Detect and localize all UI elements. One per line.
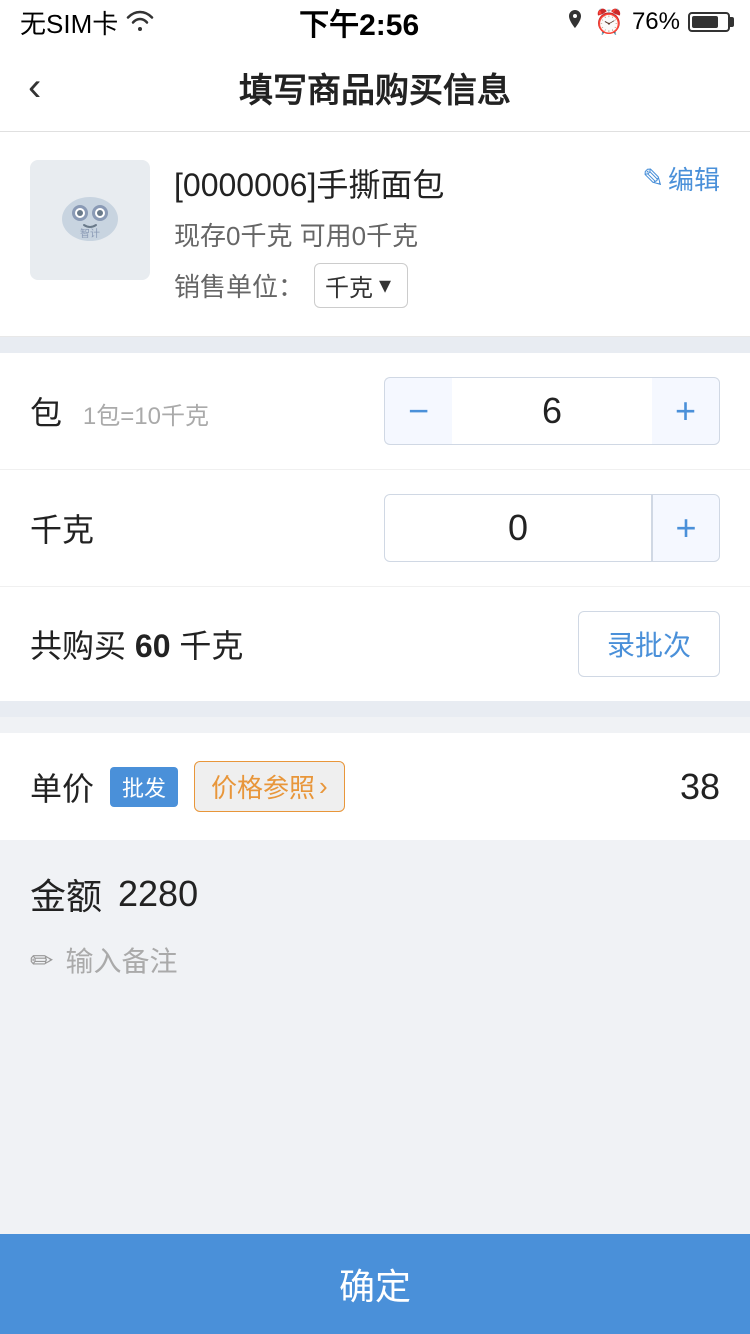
total-text: 共购买 60 千克	[30, 621, 243, 667]
battery-indicator	[688, 12, 730, 32]
confirm-button[interactable]: 确定	[339, 1258, 411, 1310]
kg-qty-input[interactable]	[384, 494, 652, 562]
package-qty-input[interactable]	[452, 377, 652, 445]
svg-text:智计: 智计	[80, 227, 100, 240]
product-info: [0000006]手撕面包 ✎ 编辑 现存0千克 可用0千克 销售单位： 千克 …	[174, 160, 720, 308]
separator-1	[0, 337, 750, 353]
kg-label: 千克	[30, 505, 384, 551]
chevron-right-icon: ›	[319, 771, 328, 802]
alarm-icon: ⏰	[594, 8, 624, 37]
remark-placeholder: 输入备注	[65, 940, 177, 980]
edit-icon: ✎	[642, 163, 664, 194]
product-unit: 销售单位： 千克 ▾	[174, 263, 720, 308]
kg-input-row: 千克 +	[0, 470, 750, 587]
package-label: 包 1包=10千克	[30, 388, 384, 434]
wifi-icon	[126, 7, 154, 38]
confirm-bar[interactable]: 确定	[0, 1234, 750, 1334]
location-icon	[564, 8, 586, 37]
batch-button[interactable]: 录批次	[578, 611, 720, 677]
status-bar: 无SIM卡 下午2:56 ⏰ 76%	[0, 0, 750, 44]
package-decrease-button[interactable]: −	[384, 377, 452, 445]
product-card: 智计 [0000006]手撕面包 ✎ 编辑 现存0千克 可用0千克 销售单位： …	[0, 132, 750, 337]
package-input-row: 包 1包=10千克 − +	[0, 353, 750, 470]
product-header: [0000006]手撕面包 ✎ 编辑	[174, 160, 720, 216]
amount-label: 金额	[30, 868, 102, 920]
kg-qty-control: +	[384, 494, 720, 562]
spacer	[0, 1000, 750, 1234]
price-label: 单价	[30, 764, 94, 810]
amount-value: 2280	[118, 873, 198, 915]
dropdown-icon: ▾	[379, 271, 391, 300]
status-carrier: 无SIM卡	[20, 4, 154, 41]
package-qty-control: − +	[384, 377, 720, 445]
product-logo: 智计	[58, 187, 122, 253]
product-name: [0000006]手撕面包	[174, 160, 444, 206]
product-stock: 现存0千克 可用0千克	[174, 216, 720, 253]
unit-select[interactable]: 千克 ▾	[314, 263, 408, 308]
status-time: 下午2:56	[299, 0, 419, 44]
product-image: 智计	[30, 160, 150, 280]
page-title: 填写商品购买信息	[239, 63, 511, 112]
kg-increase-button[interactable]: +	[652, 494, 720, 562]
status-right: ⏰ 76%	[564, 8, 730, 37]
edit-button[interactable]: ✎ 编辑	[642, 160, 720, 197]
nav-bar: ‹ 填写商品购买信息	[0, 44, 750, 132]
price-ref-button[interactable]: 价格参照 ›	[194, 761, 345, 812]
back-button[interactable]: ‹	[28, 65, 41, 110]
package-increase-button[interactable]: +	[652, 377, 720, 445]
amount-row: 金额 2280	[30, 868, 720, 920]
remark-row[interactable]: ✏ 输入备注	[30, 940, 720, 1000]
input-section: 包 1包=10千克 − + 千克 +	[0, 353, 750, 587]
price-tag: 批发	[110, 767, 178, 807]
price-section: 单价 批发 价格参照 › 38	[0, 733, 750, 840]
package-hint: 1包=10千克	[83, 403, 209, 430]
amount-section: 金额 2280 ✏ 输入备注	[0, 840, 750, 1000]
pencil-icon: ✏	[30, 944, 53, 977]
price-value: 38	[680, 766, 720, 808]
price-row: 单价 批发 价格参照 › 38	[30, 761, 720, 812]
total-row: 共购买 60 千克 录批次	[0, 587, 750, 701]
separator-2	[0, 701, 750, 717]
